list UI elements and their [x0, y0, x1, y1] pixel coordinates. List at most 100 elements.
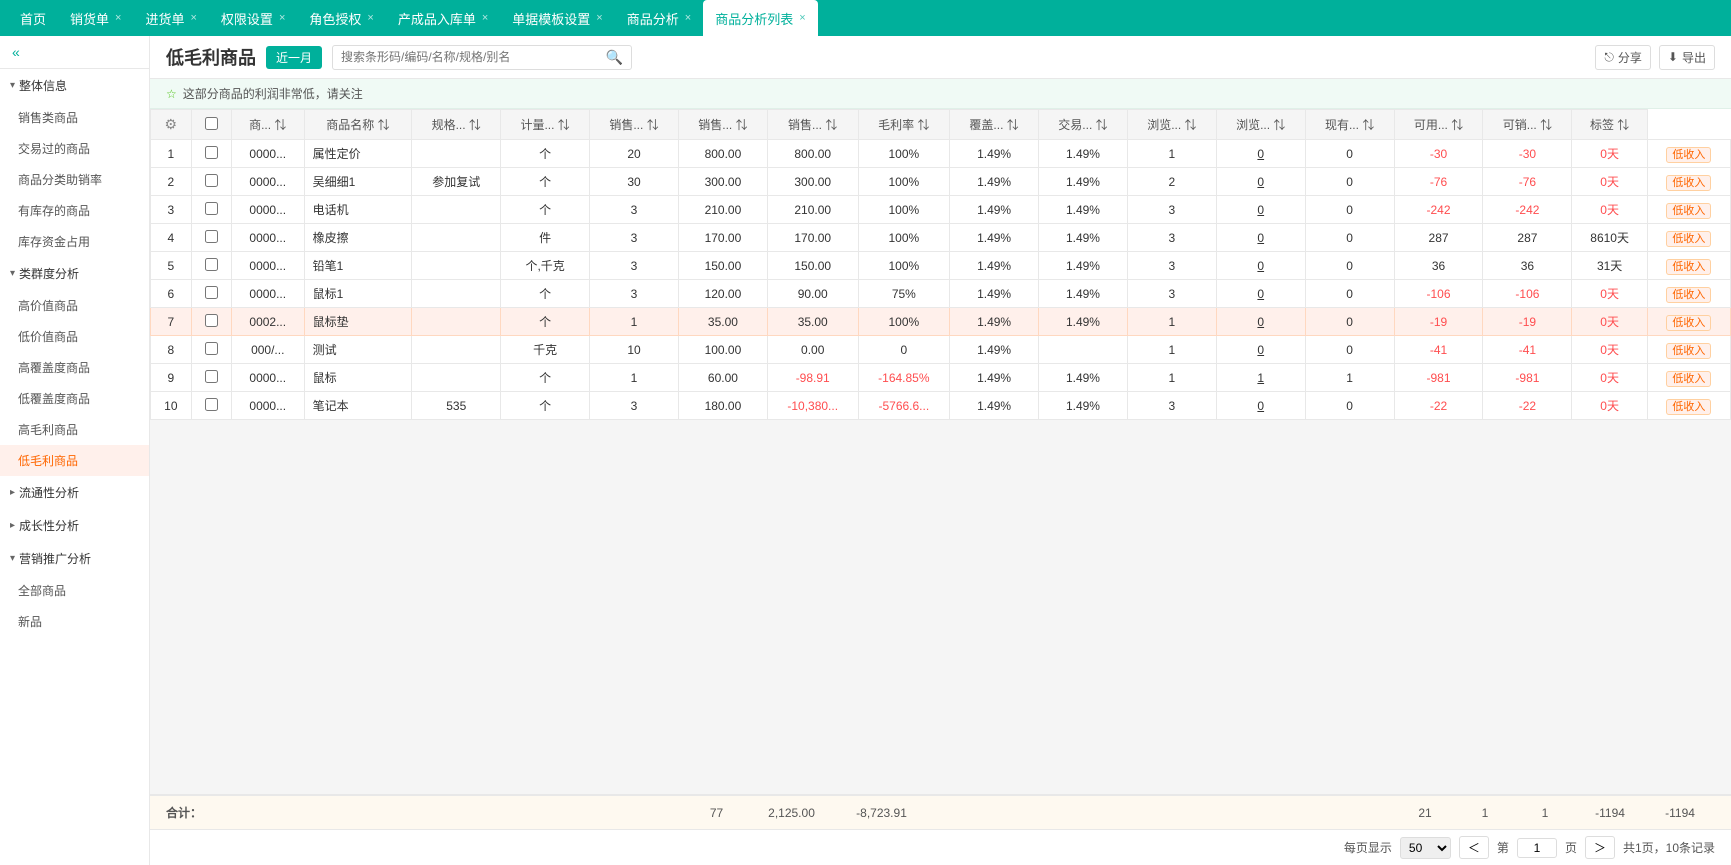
row-checkbox[interactable] [205, 398, 218, 411]
select-all-checkbox[interactable] [205, 117, 218, 130]
view1-link[interactable]: 0 [1257, 259, 1264, 273]
prev-page-btn[interactable]: ＜ [1459, 836, 1489, 859]
sidebar-item-all-goods[interactable]: 全部商品 [0, 575, 149, 606]
view1-link[interactable]: 0 [1257, 287, 1264, 301]
col-sale-qty[interactable]: 销售... ⇅ [590, 110, 679, 140]
next-page-btn[interactable]: ＞ [1585, 836, 1615, 859]
nav-products-close[interactable]: × [482, 12, 488, 24]
cell-margin: 1.49% [950, 224, 1039, 252]
col-sellable[interactable]: 可销... ⇅ [1483, 110, 1572, 140]
nav-analysis-close[interactable]: × [685, 12, 691, 24]
row-checkbox[interactable] [205, 202, 218, 215]
row-checkbox[interactable] [205, 146, 218, 159]
sidebar-section-flow[interactable]: ▸ 流通性分析 [0, 476, 149, 509]
cell-margin: 1.49% [950, 308, 1039, 336]
nav-perms[interactable]: 权限设置 × [209, 0, 297, 36]
sidebar-item-high-margin[interactable]: 高毛利商品 [0, 414, 149, 445]
col-view1[interactable]: 浏览... ⇅ [1127, 110, 1216, 140]
view1-link[interactable]: 0 [1257, 315, 1264, 329]
nav-roles-close[interactable]: × [367, 12, 373, 24]
view1-link[interactable]: 0 [1257, 343, 1264, 357]
sort-icon-spec: ⇅ [469, 118, 481, 132]
view1-link[interactable]: 0 [1257, 175, 1264, 189]
row-checkbox[interactable] [205, 370, 218, 383]
section-arrow-growth: ▸ [10, 520, 15, 531]
col-sale-profit[interactable]: 销售... ⇅ [767, 110, 858, 140]
col-trade[interactable]: 交易... ⇅ [1039, 110, 1128, 140]
nav-roles[interactable]: 角色授权 × [297, 0, 385, 36]
col-tag[interactable]: 标签 ⇅ [1572, 110, 1647, 140]
sidebar-item-low-coverage[interactable]: 低覆盖度商品 [0, 383, 149, 414]
sidebar-item-high-value[interactable]: 高价值商品 [0, 290, 149, 321]
col-spec[interactable]: 规格... ⇅ [412, 110, 501, 140]
sidebar-section-overall[interactable]: ▾ 整体信息 [0, 69, 149, 102]
sidebar-item-stocked-goods[interactable]: 有库存的商品 [0, 195, 149, 226]
sidebar-collapse-btn[interactable]: « [8, 40, 24, 64]
tag-badge: 低收入 [1666, 343, 1711, 359]
view1-link[interactable]: 0 [1257, 231, 1264, 245]
per-page-select[interactable]: 50 20 100 [1400, 837, 1451, 859]
nav-sales-close[interactable]: × [115, 12, 121, 24]
sidebar-section-growth[interactable]: ▸ 成长性分析 [0, 509, 149, 542]
settings-icon[interactable]: ⚙ [165, 116, 178, 132]
cell-sale1: 800.00 [678, 140, 767, 168]
cell-sale3: 100% [858, 224, 950, 252]
view1-link[interactable]: 0 [1257, 147, 1264, 161]
export-button[interactable]: ⬇ 导出 [1659, 45, 1715, 70]
sidebar-item-sales-goods[interactable]: 销售类商品 [0, 102, 149, 133]
col-unit[interactable]: 计量... ⇅ [501, 110, 590, 140]
cell-qty: 20 [590, 140, 679, 168]
cell-no: 6 [151, 280, 192, 308]
row-checkbox[interactable] [205, 286, 218, 299]
page-input[interactable] [1517, 838, 1557, 858]
nav-templates-close[interactable]: × [596, 12, 602, 24]
col-settings[interactable]: ⚙ [151, 110, 192, 140]
col-view2[interactable]: 浏览... ⇅ [1216, 110, 1305, 140]
nav-analysis[interactable]: 商品分析 × [615, 0, 703, 36]
period-button[interactable]: 近一月 [266, 46, 322, 69]
cell-name: 笔记本 [304, 392, 412, 420]
cell-stock: -981 [1394, 364, 1483, 392]
sidebar-item-stock-funds[interactable]: 库存资金占用 [0, 226, 149, 257]
data-table: ⚙ 商... ⇅ 商品名称 ⇅ 规格... ⇅ 计量... ⇅ 销售... ⇅ … [150, 109, 1731, 420]
view1-link[interactable]: 1 [1257, 371, 1264, 385]
nav-analysis-list[interactable]: 商品分析列表 × [703, 0, 817, 36]
col-coverage[interactable]: 覆盖... ⇅ [950, 110, 1039, 140]
view1-link[interactable]: 0 [1257, 203, 1264, 217]
sidebar-item-new-goods[interactable]: 新品 [0, 606, 149, 637]
nav-analysis-list-close[interactable]: × [799, 12, 805, 24]
row-checkbox[interactable] [205, 230, 218, 243]
col-sale-amount[interactable]: 销售... ⇅ [678, 110, 767, 140]
row-checkbox[interactable] [205, 342, 218, 355]
col-available[interactable]: 可用... ⇅ [1394, 110, 1483, 140]
cell-spec [412, 364, 501, 392]
row-checkbox[interactable] [205, 314, 218, 327]
view1-link[interactable]: 0 [1257, 399, 1264, 413]
cell-sale3: -164.85% [858, 364, 950, 392]
nav-purchase-close[interactable]: × [190, 12, 196, 24]
nav-sales[interactable]: 销货单 × [58, 0, 133, 36]
nav-products[interactable]: 产成品入库单 × [386, 0, 500, 36]
nav-templates[interactable]: 单据模板设置 × [500, 0, 614, 36]
nav-home[interactable]: 首页 [8, 0, 58, 36]
share-button[interactable]: ⎋ 分享 [1595, 45, 1651, 70]
sidebar-section-cluster[interactable]: ▾ 类群度分析 [0, 257, 149, 290]
col-margin[interactable]: 毛利率 ⇅ [858, 110, 950, 140]
section-arrow-cluster: ▾ [10, 268, 15, 279]
col-name[interactable]: 商品名称 ⇅ [304, 110, 412, 140]
sidebar-section-marketing[interactable]: ▾ 营销推广分析 [0, 542, 149, 575]
nav-perms-close[interactable]: × [279, 12, 285, 24]
cell-checkbox [191, 364, 231, 392]
row-checkbox[interactable] [205, 258, 218, 271]
sidebar-item-high-coverage[interactable]: 高覆盖度商品 [0, 352, 149, 383]
nav-purchase[interactable]: 进货单 × [133, 0, 208, 36]
col-stock[interactable]: 现有... ⇅ [1305, 110, 1394, 140]
row-checkbox[interactable] [205, 174, 218, 187]
sidebar-item-category-rate[interactable]: 商品分类助销率 [0, 164, 149, 195]
sidebar-item-traded-goods[interactable]: 交易过的商品 [0, 133, 149, 164]
sidebar-item-low-value[interactable]: 低价值商品 [0, 321, 149, 352]
search-input[interactable] [341, 50, 606, 64]
col-code[interactable]: 商... ⇅ [231, 110, 304, 140]
sidebar-item-low-margin[interactable]: 低毛利商品 [0, 445, 149, 476]
search-icon[interactable]: 🔍 [606, 49, 623, 66]
